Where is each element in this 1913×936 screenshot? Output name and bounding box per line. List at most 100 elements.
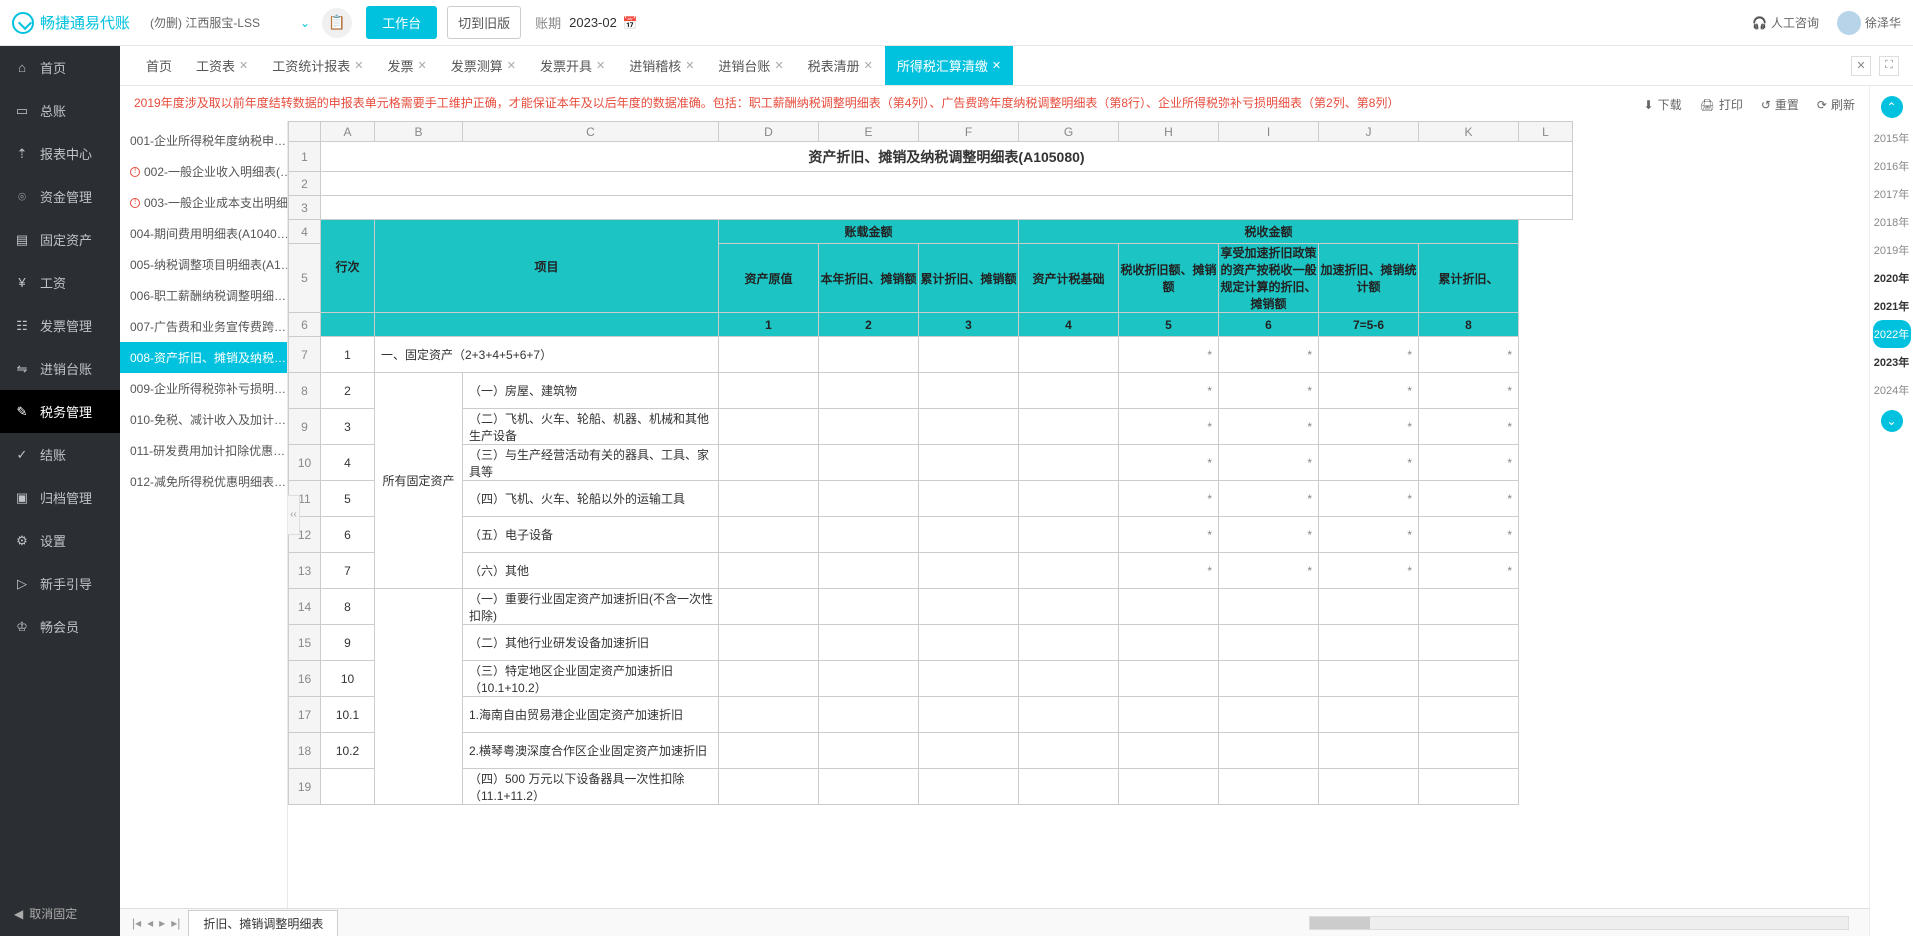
nav-icon: ⌂ [14, 60, 30, 75]
sidebar-item-3[interactable]: ⌾资金管理 [0, 175, 120, 218]
sheet-first[interactable]: |◂ [130, 916, 143, 930]
download-icon: ⬇ [1644, 98, 1654, 112]
sidebar-item-13[interactable]: ♔畅会员 [0, 605, 120, 648]
report-item-6[interactable]: 007-广告费和业务宣传费跨… [120, 311, 287, 342]
period-value[interactable]: 2023-02 [569, 15, 617, 30]
close-icon[interactable]: ✕ [992, 59, 1001, 72]
sidebar-item-12[interactable]: ▷新手引导 [0, 562, 120, 605]
tab-close-all[interactable]: ✕ [1851, 56, 1871, 76]
sidebar-item-2[interactable]: ⇡报表中心 [0, 132, 120, 175]
tab-2[interactable]: 工资统计报表✕ [260, 46, 375, 85]
year-2015年[interactable]: 2015年 [1873, 124, 1911, 152]
tab-4[interactable]: 发票测算✕ [439, 46, 528, 85]
sheet-next[interactable]: ▸ [157, 916, 167, 930]
spreadsheet[interactable]: ‹‹ ABCDEFGHIJKL1资产折旧、摊销及纳税调整明细表(A105080)… [288, 121, 1869, 908]
switch-old-button[interactable]: 切到旧版 [447, 6, 521, 39]
report-list: 001-企业所得税年度纳税申…002-一般企业收入明细表(…003-一般企业成本… [120, 121, 288, 908]
nav-icon: ⇡ [14, 146, 30, 162]
sidebar-item-11[interactable]: ⚙设置 [0, 519, 120, 562]
support-link[interactable]: 🎧 人工咨询 [1752, 14, 1819, 31]
close-icon[interactable]: ✕ [774, 59, 783, 72]
nav-icon: ▣ [14, 490, 30, 506]
sheet-last[interactable]: ▸| [169, 916, 182, 930]
tab-6[interactable]: 进销稽核✕ [617, 46, 706, 85]
nav-icon: ▤ [14, 232, 30, 248]
company-selector[interactable]: (勿删) 江西服宝-LSS ⌄ [150, 14, 310, 31]
year-2024年[interactable]: 2024年 [1873, 376, 1911, 404]
tab-5[interactable]: 发票开具✕ [528, 46, 617, 85]
tab-8[interactable]: 税表清册✕ [796, 46, 885, 85]
close-icon[interactable]: ✕ [685, 59, 694, 72]
sheet-tab[interactable]: 折旧、摊销调整明细表 [188, 910, 338, 936]
year-2016年[interactable]: 2016年 [1873, 152, 1911, 180]
report-item-1[interactable]: 002-一般企业收入明细表(… [120, 156, 287, 187]
refresh-icon: ⟳ [1817, 98, 1827, 112]
nav-icon: ✓ [14, 447, 30, 463]
clipboard-icon[interactable]: 📋 [322, 8, 352, 38]
year-2022年[interactable]: 2022年 [1873, 320, 1911, 348]
sidebar-item-0[interactable]: ⌂首页 [0, 46, 120, 89]
year-up[interactable]: ⌃ [1881, 96, 1903, 118]
tab-0[interactable]: 首页 [134, 46, 184, 85]
year-2019年[interactable]: 2019年 [1873, 236, 1911, 264]
year-2023年[interactable]: 2023年 [1873, 348, 1911, 376]
report-item-8[interactable]: 009-企业所得税弥补亏损明… [120, 373, 287, 404]
period-label: 账期 [535, 13, 561, 32]
sidebar-item-10[interactable]: ▣归档管理 [0, 476, 120, 519]
close-icon[interactable]: ✕ [239, 59, 248, 72]
download-button[interactable]: ⬇下载 [1644, 96, 1682, 113]
brand-logo: 畅捷通易代账 [12, 12, 130, 34]
sheet-prev[interactable]: ◂ [145, 916, 155, 930]
nav-icon: ✎ [14, 404, 30, 420]
refresh-button[interactable]: ⟳刷新 [1817, 96, 1855, 113]
close-icon[interactable]: ✕ [418, 59, 427, 72]
year-2020年[interactable]: 2020年 [1873, 264, 1911, 292]
report-item-10[interactable]: 011-研发费用加计扣除优惠… [120, 435, 287, 466]
tab-7[interactable]: 进销台账✕ [706, 46, 795, 85]
calendar-icon[interactable]: 📅 [623, 16, 638, 30]
report-item-0[interactable]: 001-企业所得税年度纳税申… [120, 125, 287, 156]
close-icon[interactable]: ✕ [864, 59, 873, 72]
workspace-button[interactable]: 工作台 [366, 6, 437, 39]
unpin-button[interactable]: ◀ 取消固定 [0, 891, 120, 936]
warn-icon [130, 198, 140, 208]
sidebar-item-6[interactable]: ☷发票管理 [0, 304, 120, 347]
report-item-3[interactable]: 004-期间费用明细表(A1040… [120, 218, 287, 249]
report-item-4[interactable]: 005-纳税调整项目明细表(A1… [120, 249, 287, 280]
sidebar-item-7[interactable]: ⇋进销台账 [0, 347, 120, 390]
tab-9[interactable]: 所得税汇算清缴✕ [885, 46, 1013, 85]
year-rail: ⌃ 2015年2016年2017年2018年2019年2020年2021年202… [1869, 86, 1913, 936]
horizontal-scrollbar[interactable] [1309, 916, 1849, 930]
year-2017年[interactable]: 2017年 [1873, 180, 1911, 208]
warn-icon [130, 167, 140, 177]
nav-icon: ⚙ [14, 533, 30, 549]
close-icon[interactable]: ✕ [354, 59, 363, 72]
sidebar-item-5[interactable]: ¥工资 [0, 261, 120, 304]
close-icon[interactable]: ✕ [596, 59, 605, 72]
tab-expand[interactable]: ⛶ [1879, 56, 1899, 76]
report-item-2[interactable]: 003-一般企业成本支出明细… [120, 187, 287, 218]
pin-icon: ◀ [14, 907, 23, 921]
sidebar-item-9[interactable]: ✓结账 [0, 433, 120, 476]
user-menu[interactable]: 徐泽华 [1837, 11, 1901, 35]
tab-3[interactable]: 发票✕ [375, 46, 438, 85]
nav-icon: ☷ [14, 318, 30, 334]
year-2021年[interactable]: 2021年 [1873, 292, 1911, 320]
close-icon[interactable]: ✕ [507, 59, 516, 72]
nav-icon: ▷ [14, 576, 30, 592]
year-down[interactable]: ⌄ [1881, 410, 1903, 432]
reset-button[interactable]: ↺重置 [1761, 96, 1799, 113]
report-item-5[interactable]: 006-职工薪酬纳税调整明细… [120, 280, 287, 311]
tab-bar: 首页工资表✕工资统计报表✕发票✕发票测算✕发票开具✕进销稽核✕进销台账✕税表清册… [120, 46, 1913, 86]
report-item-11[interactable]: 012-减免所得税优惠明细表… [120, 466, 287, 497]
sidebar-item-4[interactable]: ▤固定资产 [0, 218, 120, 261]
report-item-9[interactable]: 010-免税、减计收入及加计… [120, 404, 287, 435]
sidebar: ⌂首页▭总账⇡报表中心⌾资金管理▤固定资产¥工资☷发票管理⇋进销台账✎税务管理✓… [0, 46, 120, 936]
sidebar-item-8[interactable]: ✎税务管理 [0, 390, 120, 433]
report-item-7[interactable]: 008-资产折旧、摊销及纳税… [120, 342, 287, 373]
print-button[interactable]: 🖨打印 [1700, 96, 1743, 113]
collapse-handle[interactable]: ‹‹ [288, 495, 300, 535]
tab-1[interactable]: 工资表✕ [184, 46, 260, 85]
sidebar-item-1[interactable]: ▭总账 [0, 89, 120, 132]
year-2018年[interactable]: 2018年 [1873, 208, 1911, 236]
